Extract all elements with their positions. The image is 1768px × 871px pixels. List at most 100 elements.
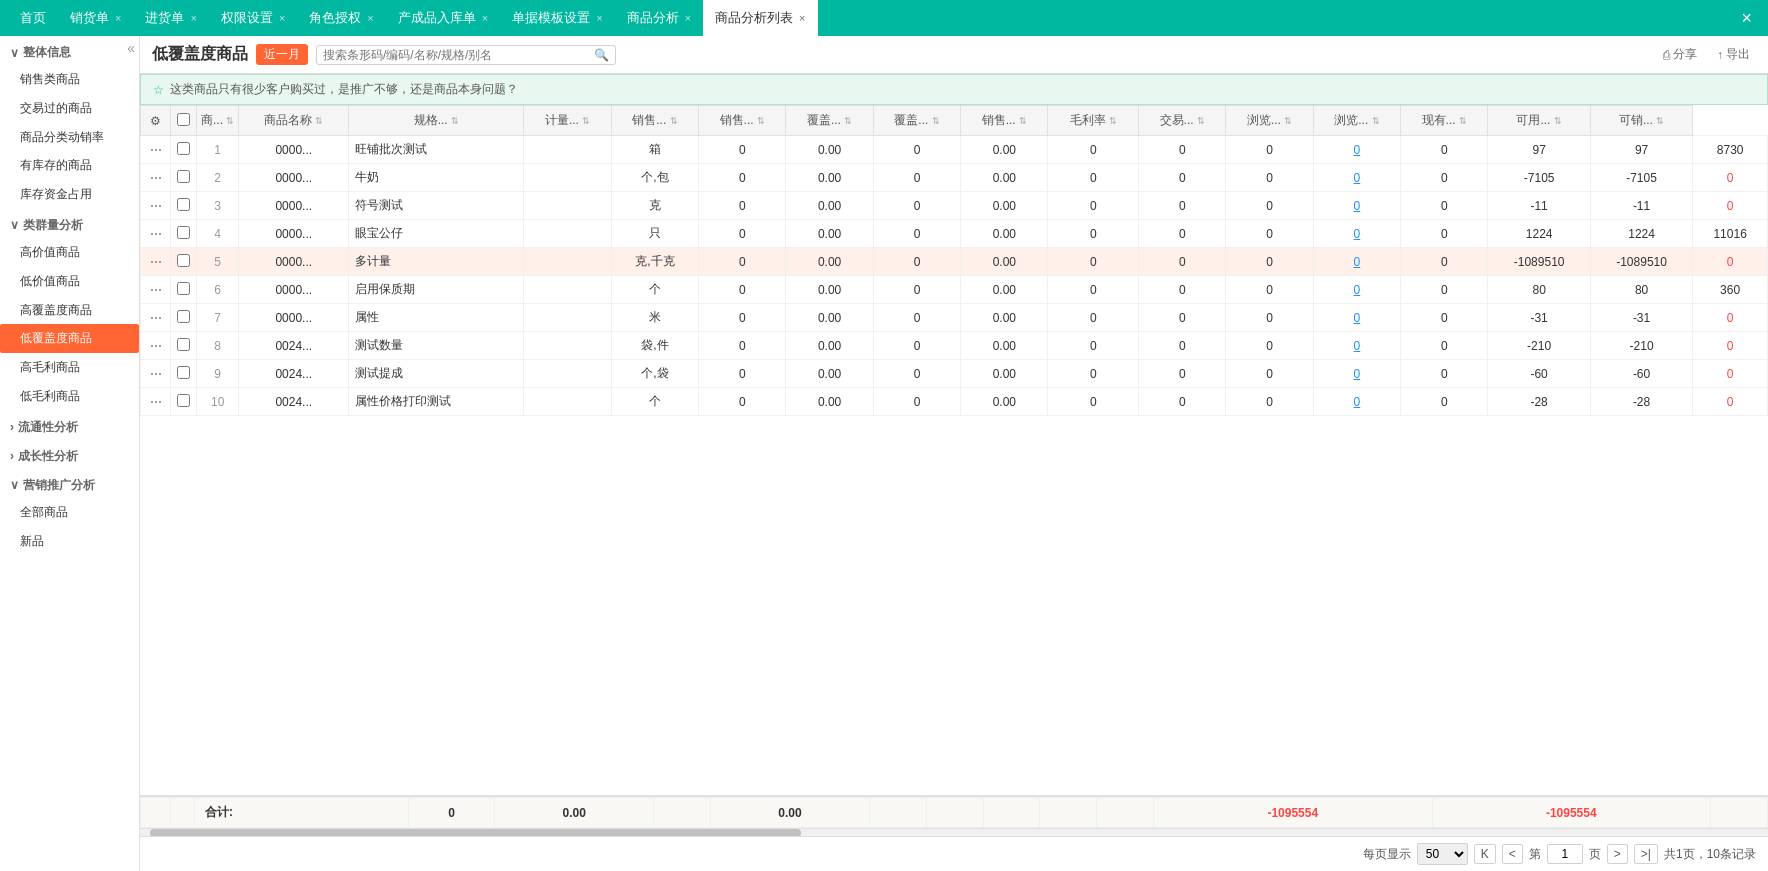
search-icon[interactable]: 🔍 [594,48,609,62]
nav-item-production[interactable]: 产成品入库单 × [386,0,500,36]
column-available[interactable]: 可用... ⇅ [1488,106,1590,136]
sidebar-collapse-button[interactable]: « [127,40,135,56]
sidebar-item-new-goods[interactable]: 新品 [0,527,139,556]
nav-item-purchase[interactable]: 进货单 × [133,0,208,36]
row-settings[interactable]: ⋯ [141,304,171,332]
column-gross-rate[interactable]: 毛利率 ⇅ [1048,106,1139,136]
select-all-checkbox[interactable] [177,113,190,126]
row-settings[interactable]: ⋯ [141,388,171,416]
row-checkbox[interactable] [171,164,197,192]
nav-item-sales[interactable]: 销货单 × [58,0,133,36]
column-code[interactable]: 商... ⇅ [197,106,239,136]
row-settings[interactable]: ⋯ [141,248,171,276]
sidebar-section-liutong[interactable]: › 流通性分析 [0,411,139,440]
sidebar-item-low-gross[interactable]: 低毛利商品 [0,382,139,411]
column-current[interactable]: 现有... ⇅ [1401,106,1488,136]
row-settings[interactable]: ⋯ [141,136,171,164]
sidebar-section-zhengti[interactable]: ∨ 整体信息 [0,36,139,65]
row-settings[interactable]: ⋯ [141,164,171,192]
row-browse-a[interactable]: 0 [1313,332,1400,360]
row-browse-a[interactable]: 0 [1313,164,1400,192]
row-checkbox[interactable] [171,388,197,416]
row-checkbox[interactable] [171,360,197,388]
row-settings[interactable]: ⋯ [141,360,171,388]
sidebar-item-high-gross[interactable]: 高毛利商品 [0,353,139,382]
sidebar-item-high-value[interactable]: 高价值商品 [0,238,139,267]
column-spec[interactable]: 规格... ⇅ [349,106,524,136]
column-trade[interactable]: 交易... ⇅ [1139,106,1226,136]
column-cover-b[interactable]: 覆盖... ⇅ [873,106,960,136]
sidebar-item-stock-goods[interactable]: 有库存的商品 [0,151,139,180]
column-sellable[interactable]: 可销... ⇅ [1590,106,1692,136]
row-browse-a[interactable]: 0 [1313,220,1400,248]
nav-item-home[interactable]: 首页 [8,0,58,36]
column-sales-c[interactable]: 销售... ⇅ [961,106,1048,136]
row-browse-a[interactable]: 0 [1313,388,1400,416]
row-checkbox[interactable] [171,220,197,248]
nav-item-product-analysis[interactable]: 商品分析 × [615,0,703,36]
sidebar-item-all-goods[interactable]: 全部商品 [0,498,139,527]
column-name[interactable]: 商品名称 ⇅ [239,106,349,136]
nav-item-product-analysis-list[interactable]: 商品分析列表 × [703,0,817,36]
sidebar-item-inventory-capital[interactable]: 库存资金占用 [0,180,139,209]
close-icon[interactable]: × [115,12,121,24]
row-settings[interactable]: ⋯ [141,332,171,360]
row-browse-a[interactable]: 0 [1313,136,1400,164]
sidebar-section-chengzhang[interactable]: › 成长性分析 [0,440,139,469]
last-page-button[interactable]: >| [1634,844,1658,864]
row-settings[interactable]: ⋯ [141,220,171,248]
scrollbar-thumb[interactable] [150,829,801,836]
sidebar-item-traded-goods[interactable]: 交易过的商品 [0,94,139,123]
row-browse-a[interactable]: 0 [1313,304,1400,332]
page-number-input[interactable] [1547,844,1583,864]
column-browse-b[interactable]: 浏览... ⇅ [1313,106,1400,136]
row-settings[interactable]: ⋯ [141,276,171,304]
row-cover-b: 0.00 [961,360,1048,388]
sidebar-section-jiliang[interactable]: ∨ 类群量分析 [0,209,139,238]
column-sales-amt[interactable]: 销售... ⇅ [699,106,786,136]
row-browse-a[interactable]: 0 [1313,276,1400,304]
sidebar-item-low-value[interactable]: 低价值商品 [0,267,139,296]
first-page-button[interactable]: K [1474,844,1496,864]
export-button[interactable]: ↑ 导出 [1711,44,1756,65]
row-checkbox[interactable] [171,136,197,164]
close-icon[interactable]: × [279,12,285,24]
nav-item-roles[interactable]: 角色授权 × [297,0,385,36]
row-checkbox[interactable] [171,248,197,276]
nav-item-permissions[interactable]: 权限设置 × [209,0,297,36]
nav-item-templates[interactable]: 单据模板设置 × [500,0,614,36]
row-browse-a[interactable]: 0 [1313,248,1400,276]
sidebar-item-low-coverage[interactable]: 低覆盖度商品 [0,324,139,353]
row-checkbox[interactable] [171,192,197,220]
row-checkbox[interactable] [171,332,197,360]
row-checkbox[interactable] [171,276,197,304]
close-icon[interactable]: × [367,12,373,24]
window-close-button[interactable]: × [1733,8,1760,29]
search-input[interactable] [323,48,590,62]
column-browse-a[interactable]: 浏览... ⇅ [1226,106,1313,136]
column-sales-qty[interactable]: 销售... ⇅ [611,106,698,136]
close-icon[interactable]: × [685,12,691,24]
row-checkbox[interactable] [171,304,197,332]
sidebar-item-category-rate[interactable]: 商品分类动销率 [0,123,139,152]
sidebar-item-sales-goods[interactable]: 销售类商品 [0,65,139,94]
sidebar-item-high-coverage[interactable]: 高覆盖度商品 [0,296,139,325]
column-settings[interactable]: ⚙ [141,106,171,136]
row-settings[interactable]: ⋯ [141,192,171,220]
next-page-button[interactable]: > [1607,844,1628,864]
share-button[interactable]: ⎙ 分享 [1657,44,1703,65]
close-icon[interactable]: × [482,12,488,24]
row-browse-a[interactable]: 0 [1313,360,1400,388]
close-icon[interactable]: × [596,12,602,24]
date-filter-button[interactable]: 近一月 [256,44,308,65]
page-size-select[interactable]: 10 20 50 100 [1417,843,1468,865]
prev-page-button[interactable]: < [1502,844,1523,864]
close-icon[interactable]: × [799,12,805,24]
horizontal-scrollbar[interactable] [140,828,1768,836]
row-browse-a[interactable]: 0 [1313,192,1400,220]
column-cover-a[interactable]: 覆盖... ⇅ [786,106,873,136]
sidebar-section-yingxiao[interactable]: ∨ 营销推广分析 [0,469,139,498]
column-unit[interactable]: 计量... ⇅ [524,106,611,136]
table-container[interactable]: ⚙ 商... ⇅ 商品名称 ⇅ 规格... ⇅ 计量... ⇅ 销售... ⇅ … [140,105,1768,795]
close-icon[interactable]: × [190,12,196,24]
